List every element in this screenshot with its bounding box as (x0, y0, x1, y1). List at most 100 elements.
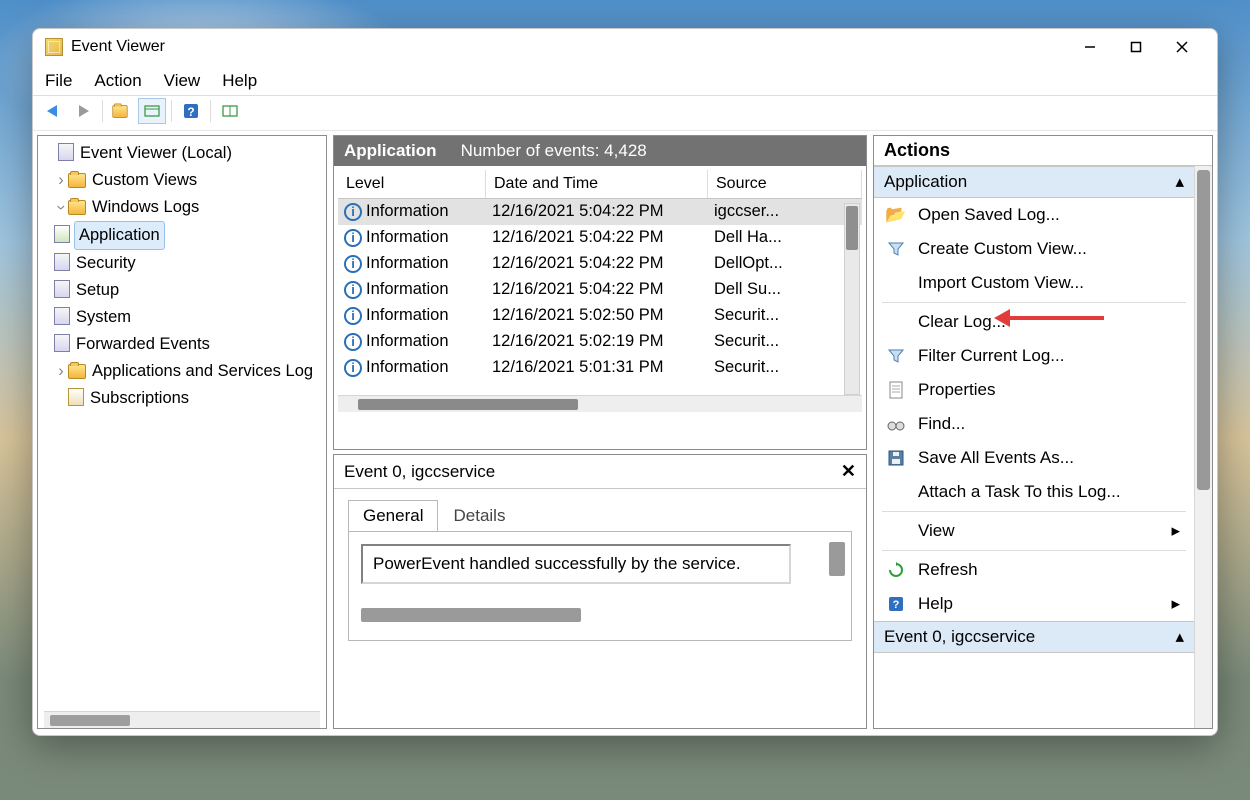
event-row[interactable]: iInformation12/16/2021 5:04:22 PMDell Su… (338, 277, 862, 303)
tree-subscriptions[interactable]: Subscriptions (88, 385, 191, 412)
cell-datetime: 12/16/2021 5:02:19 PM (486, 329, 708, 354)
back-button[interactable] (39, 98, 67, 124)
menu-help[interactable]: Help (222, 71, 257, 91)
action-label: Find... (918, 414, 965, 434)
tree-root[interactable]: Event Viewer (Local) (78, 140, 234, 167)
maximize-button[interactable] (1113, 29, 1159, 65)
save-icon (886, 450, 906, 466)
action-properties[interactable]: Properties (874, 373, 1194, 407)
annotation-arrow (994, 312, 1104, 324)
cell-source: Securit... (708, 355, 862, 380)
actions-section-event[interactable]: Event 0, igccservice ▴ (874, 621, 1194, 653)
folder-icon (68, 173, 86, 188)
tree-forwarded[interactable]: Forwarded Events (74, 331, 212, 358)
cell-datetime: 12/16/2021 5:02:50 PM (486, 303, 708, 328)
detail-h-scrollbar[interactable] (361, 608, 581, 622)
window: Event Viewer File Action View Help ? Eve… (32, 28, 1218, 736)
info-icon: i (344, 203, 362, 221)
properties-icon (886, 381, 906, 399)
navigation-tree: Event Viewer (Local) › Custom Views › Wind… (37, 135, 327, 729)
help-icon: ? (886, 596, 906, 612)
tree-application[interactable]: Application (74, 221, 165, 250)
titlebar: Event Viewer (33, 29, 1217, 65)
tree-system[interactable]: System (74, 304, 133, 331)
cell-level: iInformation (338, 303, 486, 328)
log-icon (54, 280, 70, 298)
properties-pane-button[interactable] (138, 98, 166, 124)
chevron-right-icon: ▸ (1171, 521, 1180, 541)
action-label: Filter Current Log... (918, 346, 1064, 366)
action-find[interactable]: Find... (874, 407, 1194, 441)
col-level[interactable]: Level (338, 170, 486, 198)
cell-level: iInformation (338, 329, 486, 354)
tree-security[interactable]: Security (74, 250, 138, 277)
action-help-submenu[interactable]: ?Help▸ (874, 587, 1194, 621)
action-clear-log[interactable]: Clear Log... (874, 305, 1194, 339)
tab-details[interactable]: Details (438, 500, 520, 532)
minimize-button[interactable] (1067, 29, 1113, 65)
cell-source: igccser... (708, 199, 862, 224)
cell-level: iInformation (338, 199, 486, 224)
list-title: Application (344, 141, 437, 161)
action-open-saved-log[interactable]: 📂Open Saved Log... (874, 198, 1194, 232)
folder-icon (68, 200, 86, 215)
cell-datetime: 12/16/2021 5:04:22 PM (486, 277, 708, 302)
eventviewer-icon (58, 143, 74, 161)
detail-v-scrollbar[interactable] (829, 542, 845, 576)
menu-view[interactable]: View (164, 71, 201, 91)
tab-general[interactable]: General (348, 500, 438, 532)
event-detail-panel: Event 0, igccservice ✕ General Details P… (333, 454, 867, 729)
col-source[interactable]: Source (708, 170, 862, 198)
help-button[interactable]: ? (177, 98, 205, 124)
action-save-all[interactable]: Save All Events As... (874, 441, 1194, 475)
tree-custom-views[interactable]: Custom Views (90, 167, 199, 194)
info-icon: i (344, 333, 362, 351)
tree-windows-logs[interactable]: Windows Logs (90, 194, 201, 221)
preview-pane-button[interactable] (216, 98, 244, 124)
list-h-scrollbar[interactable] (338, 395, 862, 412)
folder-icon (68, 364, 86, 379)
event-row[interactable]: iInformation12/16/2021 5:04:22 PMDell Ha… (338, 225, 862, 251)
actions-panel: Actions Application ▴ 📂Open Saved Log...… (873, 135, 1213, 729)
cell-datetime: 12/16/2021 5:04:22 PM (486, 199, 708, 224)
action-label: View (918, 521, 955, 541)
actions-v-scrollbar[interactable] (1194, 166, 1212, 728)
expand-icon[interactable]: › (54, 167, 68, 194)
detail-title: Event 0, igccservice (344, 462, 495, 482)
tree-apps-services[interactable]: Applications and Services Log (90, 358, 315, 385)
event-row[interactable]: iInformation12/16/2021 5:04:22 PMigccser… (338, 199, 862, 225)
col-datetime[interactable]: Date and Time (486, 170, 708, 198)
expand-icon[interactable]: › (54, 358, 68, 385)
event-row[interactable]: iInformation12/16/2021 5:01:31 PMSecurit… (338, 355, 862, 381)
info-icon: i (344, 359, 362, 377)
list-v-scrollbar[interactable] (844, 203, 860, 395)
actions-title: Actions (874, 136, 1212, 166)
action-view-submenu[interactable]: View ▸ (874, 514, 1194, 548)
up-button[interactable] (108, 98, 136, 124)
menu-action[interactable]: Action (94, 71, 141, 91)
cell-source: Securit... (708, 329, 862, 354)
event-row[interactable]: iInformation12/16/2021 5:02:50 PMSecurit… (338, 303, 862, 329)
forward-button[interactable] (69, 98, 97, 124)
event-row[interactable]: iInformation12/16/2021 5:04:22 PMDellOpt… (338, 251, 862, 277)
action-label: Refresh (918, 560, 978, 580)
actions-section-application[interactable]: Application ▴ (874, 166, 1194, 198)
cell-level: iInformation (338, 251, 486, 276)
cell-datetime: 12/16/2021 5:04:22 PM (486, 251, 708, 276)
cell-level: iInformation (338, 225, 486, 250)
action-refresh[interactable]: Refresh (874, 553, 1194, 587)
chevron-up-icon: ▴ (1175, 627, 1184, 647)
action-attach-task[interactable]: Attach a Task To this Log... (874, 475, 1194, 509)
log-icon (54, 334, 70, 352)
action-import-custom-view[interactable]: Import Custom View... (874, 266, 1194, 300)
tree-setup[interactable]: Setup (74, 277, 121, 304)
close-button[interactable] (1159, 29, 1205, 65)
menu-file[interactable]: File (45, 71, 72, 91)
tree-h-scrollbar[interactable] (44, 711, 320, 728)
action-filter-log[interactable]: Filter Current Log... (874, 339, 1194, 373)
event-row[interactable]: iInformation12/16/2021 5:02:19 PMSecurit… (338, 329, 862, 355)
chevron-right-icon: ▸ (1171, 594, 1180, 614)
close-detail-button[interactable]: ✕ (841, 461, 856, 482)
action-create-custom-view[interactable]: Create Custom View... (874, 232, 1194, 266)
funnel-icon (886, 240, 906, 258)
